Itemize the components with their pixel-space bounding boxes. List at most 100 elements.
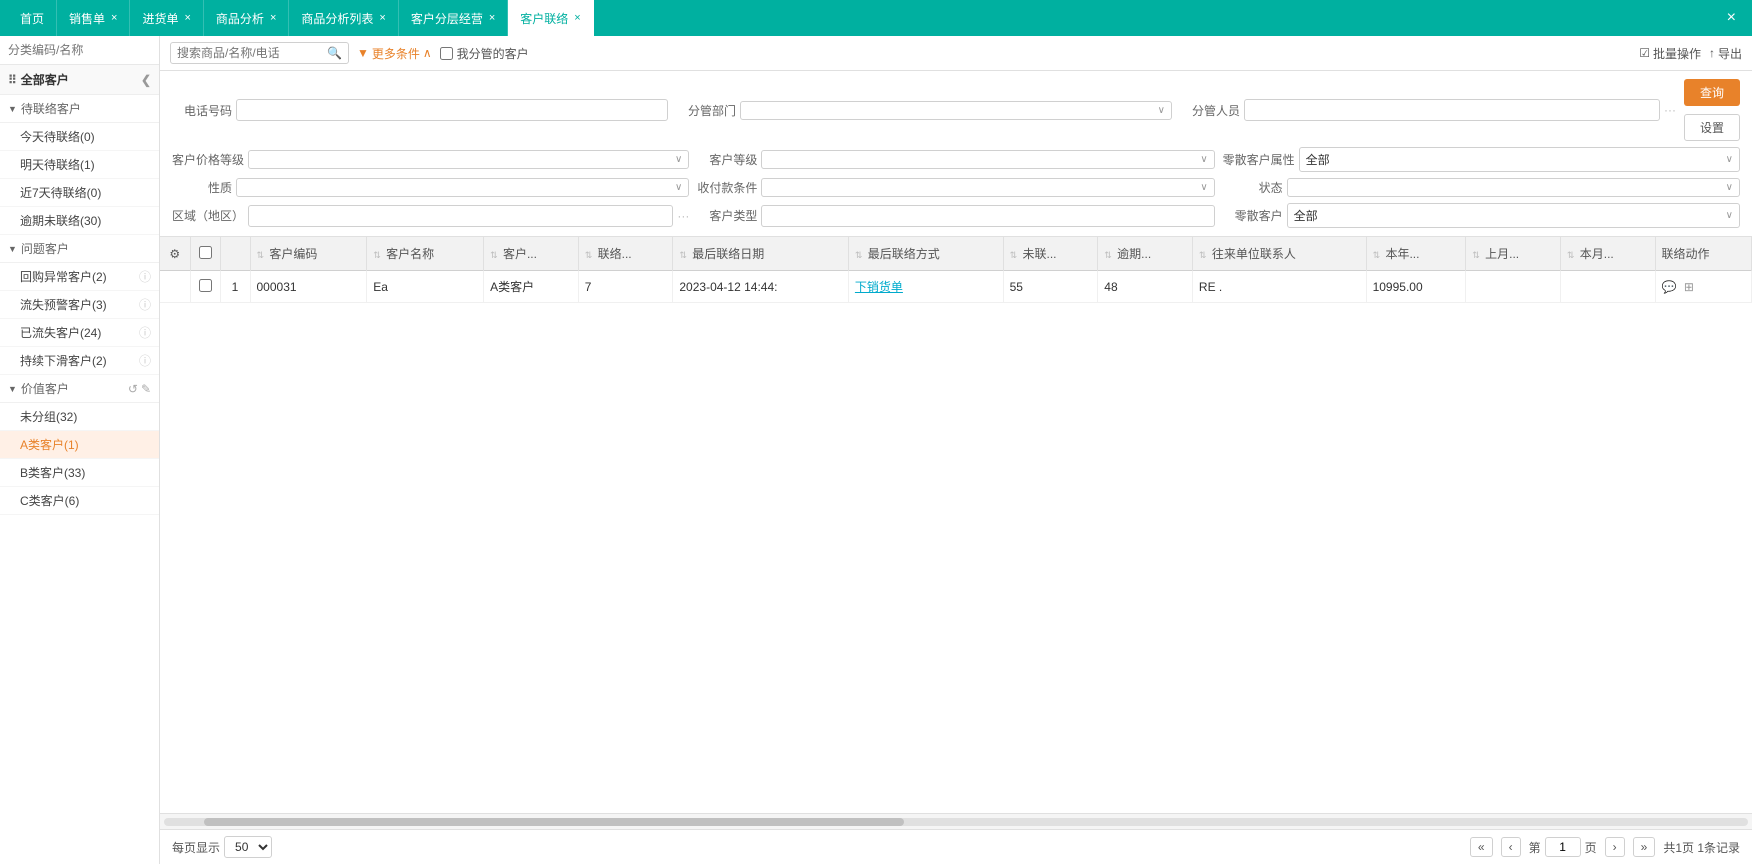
chat-icon[interactable]: 💬: [1662, 280, 1677, 294]
scrollbar-thumb[interactable]: [204, 818, 904, 826]
filter-status-select[interactable]: ∨: [1287, 178, 1740, 197]
filter-payment-select[interactable]: ∨: [761, 178, 1214, 197]
filter-customer-level-select[interactable]: ∨: [761, 150, 1214, 169]
my-customer-checkbox[interactable]: 我分管的客户: [440, 45, 529, 62]
sort-icon-code[interactable]: ⇅: [257, 250, 265, 260]
info-icon-3: ⓘ: [139, 324, 151, 341]
close-tab-analysis[interactable]: ×: [270, 12, 276, 24]
sort-icon-overdue[interactable]: ⇅: [1104, 250, 1112, 260]
filter-retail-select[interactable]: 全部 ∨: [1287, 203, 1740, 228]
close-tab-sales[interactable]: ×: [111, 12, 117, 24]
filter-region-input[interactable]: [248, 205, 673, 227]
sort-icon-month[interactable]: ⇅: [1567, 250, 1575, 260]
filter-retail-label: 零散客户: [1223, 207, 1283, 224]
filter-region-label: 区域（地区）: [172, 207, 244, 224]
sidebar-item-overdue[interactable]: 逾期未联络(30): [0, 207, 159, 235]
region-dots-btn[interactable]: ···: [677, 209, 689, 223]
my-customer-cb[interactable]: [440, 47, 453, 60]
row-code[interactable]: 000031: [250, 271, 367, 303]
filter-nature-select[interactable]: ∨: [236, 178, 689, 197]
sort-icon-date[interactable]: ⇅: [679, 250, 687, 260]
qrcode-icon[interactable]: ⊞: [1684, 280, 1694, 294]
row-name[interactable]: Ea: [367, 271, 484, 303]
filter-ctype-input[interactable]: [761, 205, 1214, 227]
row-last-method[interactable]: 下销货单: [848, 271, 1003, 303]
row-actions[interactable]: 💬 ⊞: [1655, 271, 1751, 303]
export-button[interactable]: ↑ 导出: [1709, 45, 1742, 62]
sidebar-item-7days[interactable]: 近7天待联络(0): [0, 179, 159, 207]
query-button[interactable]: 查询: [1684, 79, 1740, 106]
sort-icon-year[interactable]: ⇅: [1373, 250, 1381, 260]
first-page-button[interactable]: «: [1470, 837, 1493, 857]
sidebar-group-pending[interactable]: ▼ 待联络客户: [0, 95, 159, 123]
filter-dept: 分管部门 ∨: [676, 101, 1172, 120]
per-page-select[interactable]: 50: [224, 836, 272, 858]
tab-customer-tier[interactable]: 客户分层经营 ×: [399, 0, 508, 36]
tab-customer-contact[interactable]: 客户联络 ×: [508, 0, 593, 36]
sidebar: 🔍 ⠿ 全部客户 ❮ ▼ 待联络客户 今天待联络(0) 明天待联络(1) 近7天…: [0, 36, 160, 864]
filter-retail: 零散客户 全部 ∨: [1223, 203, 1740, 228]
filter-row-2: 客户价格等级 ∨ 客户等级 ∨ 零散客户属性 全部: [172, 147, 1740, 172]
row-cb[interactable]: [199, 279, 212, 292]
select-all-checkbox[interactable]: [199, 246, 212, 259]
sidebar-item-declining[interactable]: 持续下滑客户(2) ⓘ: [0, 347, 159, 375]
close-tab-analysis-list[interactable]: ×: [379, 12, 385, 24]
sidebar-item-today[interactable]: 今天待联络(0): [0, 123, 159, 151]
filter-price-select[interactable]: ∨: [248, 150, 689, 169]
sidebar-item-ungroup[interactable]: 未分组(32): [0, 403, 159, 431]
filter-phone-input[interactable]: [236, 99, 668, 121]
sort-icon-no-contact[interactable]: ⇅: [1010, 250, 1018, 260]
sidebar-item-abnormal[interactable]: 回购异常客户(2) ⓘ: [0, 263, 159, 291]
collapse-icon[interactable]: ❮: [141, 73, 151, 87]
col-gear[interactable]: ⚙: [160, 237, 190, 271]
filter-icon: ▼: [357, 46, 369, 60]
row-this-year: 10995.00: [1366, 271, 1466, 303]
sidebar-item-churned[interactable]: 已流失客户(24) ⓘ: [0, 319, 159, 347]
row-checkbox[interactable]: [190, 271, 220, 303]
prev-page-button[interactable]: ‹: [1501, 837, 1521, 857]
sort-icon-person[interactable]: ⇅: [1199, 250, 1207, 260]
tab-analysis[interactable]: 商品分析 ×: [204, 0, 289, 36]
tab-analysis-list[interactable]: 商品分析列表 ×: [289, 0, 398, 36]
page-input[interactable]: [1545, 837, 1581, 857]
sort-icon-type[interactable]: ⇅: [490, 250, 498, 260]
tab-purchase[interactable]: 进货单 ×: [130, 0, 203, 36]
search-button[interactable]: 🔍: [327, 46, 342, 60]
tab-sales[interactable]: 销售单 ×: [57, 0, 130, 36]
settings-button[interactable]: 设置: [1684, 114, 1740, 141]
sidebar-group-problem[interactable]: ▼ 问题客户: [0, 235, 159, 263]
sidebar-item-b-class[interactable]: B类客户(33): [0, 459, 159, 487]
filter-retail-attr-select[interactable]: 全部 ∨: [1299, 147, 1740, 172]
row-gear: [160, 271, 190, 303]
tab-home[interactable]: 首页: [8, 0, 57, 36]
close-tab-customer-tier[interactable]: ×: [489, 12, 495, 24]
search-input[interactable]: [177, 46, 327, 60]
sidebar-item-tomorrow[interactable]: 明天待联络(1): [0, 151, 159, 179]
sidebar-item-c-class[interactable]: C类客户(6): [0, 487, 159, 515]
filter-dept-select[interactable]: ∨: [740, 101, 1172, 120]
filter-button[interactable]: ▼ 更多条件 ∧: [357, 45, 432, 62]
batch-op-button[interactable]: ☑ 批量操作: [1639, 45, 1701, 62]
close-tab-customer-contact[interactable]: ×: [574, 12, 580, 24]
next-page-button[interactable]: ›: [1605, 837, 1625, 857]
refresh-icon[interactable]: ↺: [128, 382, 138, 396]
col-checkbox[interactable]: [190, 237, 220, 271]
sort-icon-lmonth[interactable]: ⇅: [1472, 250, 1480, 260]
last-page-button[interactable]: »: [1633, 837, 1656, 857]
sidebar-item-churn-warning[interactable]: 流失预警客户(3) ⓘ: [0, 291, 159, 319]
sidebar-group-value[interactable]: ▼ 价值客户 ↺ ✎: [0, 375, 159, 403]
sidebar-item-a-class[interactable]: A类客户(1): [0, 431, 159, 459]
sort-icon-method[interactable]: ⇅: [855, 250, 863, 260]
sort-icon-contact[interactable]: ⇅: [585, 250, 593, 260]
horizontal-scrollbar[interactable]: [160, 813, 1752, 829]
sort-icon-name[interactable]: ⇅: [373, 250, 381, 260]
manager-dots-btn[interactable]: ···: [1664, 103, 1676, 117]
close-all-button[interactable]: ×: [1719, 9, 1744, 27]
close-tab-purchase[interactable]: ×: [184, 12, 190, 24]
sidebar-all-customers[interactable]: ⠿ 全部客户 ❮: [0, 65, 159, 95]
edit-icon[interactable]: ✎: [141, 382, 151, 396]
filter-region: 区域（地区） ···: [172, 205, 689, 227]
col-num: [220, 237, 250, 271]
filter-manager-input[interactable]: [1244, 99, 1660, 121]
sidebar-search-input[interactable]: [8, 43, 160, 57]
